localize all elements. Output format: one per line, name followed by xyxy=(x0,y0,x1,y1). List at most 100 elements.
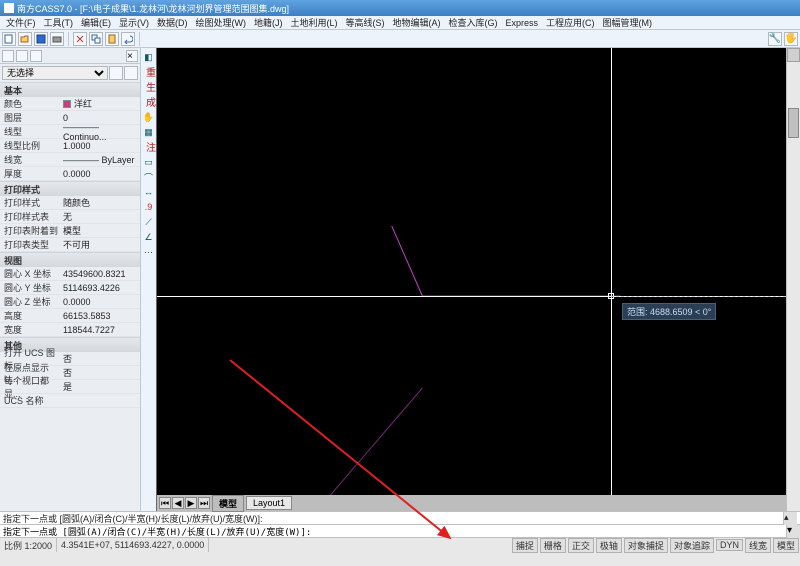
cmd-scroll-up-icon[interactable]: ▴ xyxy=(783,512,797,525)
status-bar: 比例 1:2000 4.3541E+07, 5114693.4227, 0.00… xyxy=(0,537,800,552)
status-grid[interactable]: 栅格 xyxy=(540,538,566,553)
title-bar: 南方CASS7.0 - [F:\电子成果\1.龙林河\龙林河划界管理范围图集.d… xyxy=(0,0,800,16)
section-print: 打印样式 打印样式随颜色 打印样式表无 打印表附着到模型 打印表类型不可用 xyxy=(0,181,140,252)
section-view: 视图 圆心 X 坐标43549600.8321 圆心 Y 坐标5114693.4… xyxy=(0,252,140,337)
vtool-rect[interactable]: ▭ xyxy=(142,155,156,169)
menu-edit[interactable]: 编辑(E) xyxy=(77,16,115,29)
vtool-misc1[interactable]: ⟋ xyxy=(142,215,156,229)
prop-lscale-k: 线型比例 xyxy=(0,139,60,152)
section-other: 其他 打开 UCS 图标否 在原点显示U...否 每个视口都显...是 UCS … xyxy=(0,337,140,408)
section-head-basic[interactable]: 基本 xyxy=(0,83,140,97)
menu-cadastre[interactable]: 地籍(J) xyxy=(250,16,287,29)
cmd-scroll-down-icon[interactable]: ▾ xyxy=(786,525,800,538)
status-polar[interactable]: 极轴 xyxy=(596,538,622,553)
prop-lweight-v[interactable]: ———— ByLayer xyxy=(60,155,140,165)
section-head-view[interactable]: 视图 xyxy=(0,253,140,267)
menu-express[interactable]: Express xyxy=(502,18,543,28)
vtool-regen[interactable]: 重 xyxy=(142,65,156,79)
panel-btn-3[interactable] xyxy=(30,50,42,62)
status-scale[interactable]: 比例 1:2000 xyxy=(0,538,57,552)
status-osnap[interactable]: 对象捕捉 xyxy=(624,538,668,553)
vtool-arc[interactable]: ⌒ xyxy=(142,170,156,184)
vtool-note[interactable]: 注 xyxy=(142,140,156,154)
menu-contour[interactable]: 等高线(S) xyxy=(342,16,389,29)
vtool-misc3[interactable]: ⋯ xyxy=(142,245,156,259)
status-lwt[interactable]: 线宽 xyxy=(745,538,771,553)
vtool-regen2[interactable]: 生 xyxy=(142,80,156,94)
tracking-line xyxy=(611,296,791,297)
panel-btn-2[interactable] xyxy=(16,50,28,62)
section-basic: 基本 颜色洋红 图层0 线型———— Continuo... 线型比例1.000… xyxy=(0,82,140,181)
scroll-thumb[interactable] xyxy=(788,108,799,138)
main-area: × 无选择 基本 颜色洋红 图层0 线型———— Continuo... 线型比… xyxy=(0,48,800,511)
tab-layout1[interactable]: Layout1 xyxy=(246,496,292,510)
tool-a[interactable]: 🔧 xyxy=(768,32,782,46)
cut-button[interactable] xyxy=(73,32,87,46)
status-ortho[interactable]: 正交 xyxy=(568,538,594,553)
prop-ltype-v[interactable]: ———— Continuo... xyxy=(60,122,140,142)
combo-btn-2[interactable] xyxy=(124,66,138,80)
new-button[interactable] xyxy=(2,32,16,46)
vtool-misc2[interactable]: ∠ xyxy=(142,230,156,244)
drawing-area-wrap: 范围: 4688.6509 < 0° ⏮ ◀ ▶ ⏭ 模型 Layout1 xyxy=(157,48,800,511)
vtool-1[interactable]: ◧ xyxy=(142,50,156,64)
vtool-regen3[interactable]: 成 xyxy=(142,95,156,109)
selection-combo[interactable]: 无选择 xyxy=(2,66,108,80)
tab-next-icon[interactable]: ▶ xyxy=(185,497,197,509)
menu-view[interactable]: 显示(V) xyxy=(115,16,153,29)
dynamic-tooltip: 范围: 4688.6509 < 0° xyxy=(622,303,716,320)
properties-panel: × 无选择 基本 颜色洋红 图层0 线型———— Continuo... 线型比… xyxy=(0,48,141,511)
prop-thick-v[interactable]: 0.0000 xyxy=(60,169,140,179)
vtool-dist[interactable]: ↔ xyxy=(142,185,156,199)
vertical-scrollbar[interactable] xyxy=(786,48,800,511)
tab-last-icon[interactable]: ⏭ xyxy=(198,497,210,509)
tool-b[interactable]: 🖐 xyxy=(784,32,798,46)
copy-button[interactable] xyxy=(89,32,103,46)
command-line: 指定下一点或 [圆弧(A)/闭合(C)/半宽(H)/长度(L)/放弃(U)/宽度… xyxy=(0,524,800,537)
command-input[interactable] xyxy=(314,526,786,537)
menu-draw[interactable]: 绘图处理(W) xyxy=(192,16,251,29)
command-history-1: 指定下一点或 [圆弧(A)/闭合(C)/半宽(H)/长度(L)/放弃(U)/宽度… xyxy=(0,511,800,524)
status-snap[interactable]: 捕捉 xyxy=(512,538,538,553)
vtool-area[interactable]: .9 xyxy=(142,200,156,214)
vertical-toolbar: ◧ 重 生 成 ✋ ▦ 注 ▭ ⌒ ↔ .9 ⟋ ∠ ⋯ xyxy=(141,48,157,511)
status-coords: 4.3541E+07, 5114693.4227, 0.0000 xyxy=(57,538,209,552)
menu-file[interactable]: 文件(F) xyxy=(2,16,40,29)
combo-btn-1[interactable] xyxy=(109,66,123,80)
main-toolbar: 🔧 🖐 xyxy=(0,30,800,48)
prop-thick-k: 厚度 xyxy=(0,167,60,180)
drawing-canvas[interactable]: 范围: 4688.6509 < 0° xyxy=(157,48,800,495)
prop-lweight-k: 线宽 xyxy=(0,153,60,166)
prop-lscale-v[interactable]: 1.0000 xyxy=(60,141,140,151)
menu-edit-obj[interactable]: 地物编辑(A) xyxy=(389,16,445,29)
scroll-up-icon[interactable] xyxy=(787,48,800,62)
save-button[interactable] xyxy=(34,32,48,46)
panel-btn-1[interactable] xyxy=(2,50,14,62)
panel-header: × xyxy=(0,48,140,64)
menu-sheet[interactable]: 图幅管理(M) xyxy=(599,16,657,29)
prop-color-k: 颜色 xyxy=(0,97,60,110)
layout-tabs: ⏮ ◀ ▶ ⏭ 模型 Layout1 xyxy=(157,495,800,511)
tab-prev-icon[interactable]: ◀ xyxy=(172,497,184,509)
tab-first-icon[interactable]: ⏮ xyxy=(159,497,171,509)
window-title: 南方CASS7.0 - [F:\电子成果\1.龙林河\龙林河划界管理范围图集.d… xyxy=(17,2,289,15)
panel-close-icon[interactable]: × xyxy=(126,50,138,62)
menu-landuse[interactable]: 土地利用(L) xyxy=(287,16,342,29)
status-dyn[interactable]: DYN xyxy=(716,539,743,551)
open-button[interactable] xyxy=(18,32,32,46)
undo-button[interactable] xyxy=(121,32,135,46)
paste-button[interactable] xyxy=(105,32,119,46)
section-head-print[interactable]: 打印样式 xyxy=(0,182,140,196)
status-model[interactable]: 模型 xyxy=(773,538,799,553)
tab-model[interactable]: 模型 xyxy=(212,495,244,512)
crosshair-vertical xyxy=(611,48,612,495)
menu-tools[interactable]: 工具(T) xyxy=(40,16,78,29)
vtool-pan[interactable]: ✋ xyxy=(142,110,156,124)
menu-data[interactable]: 数据(D) xyxy=(153,16,192,29)
menu-engineering[interactable]: 工程应用(C) xyxy=(542,16,599,29)
status-otrack[interactable]: 对象追踪 xyxy=(670,538,714,553)
prop-color-v[interactable]: 洋红 xyxy=(60,97,140,110)
vtool-hatch[interactable]: ▦ xyxy=(142,125,156,139)
menu-check[interactable]: 检查入库(G) xyxy=(445,16,502,29)
print-button[interactable] xyxy=(50,32,64,46)
